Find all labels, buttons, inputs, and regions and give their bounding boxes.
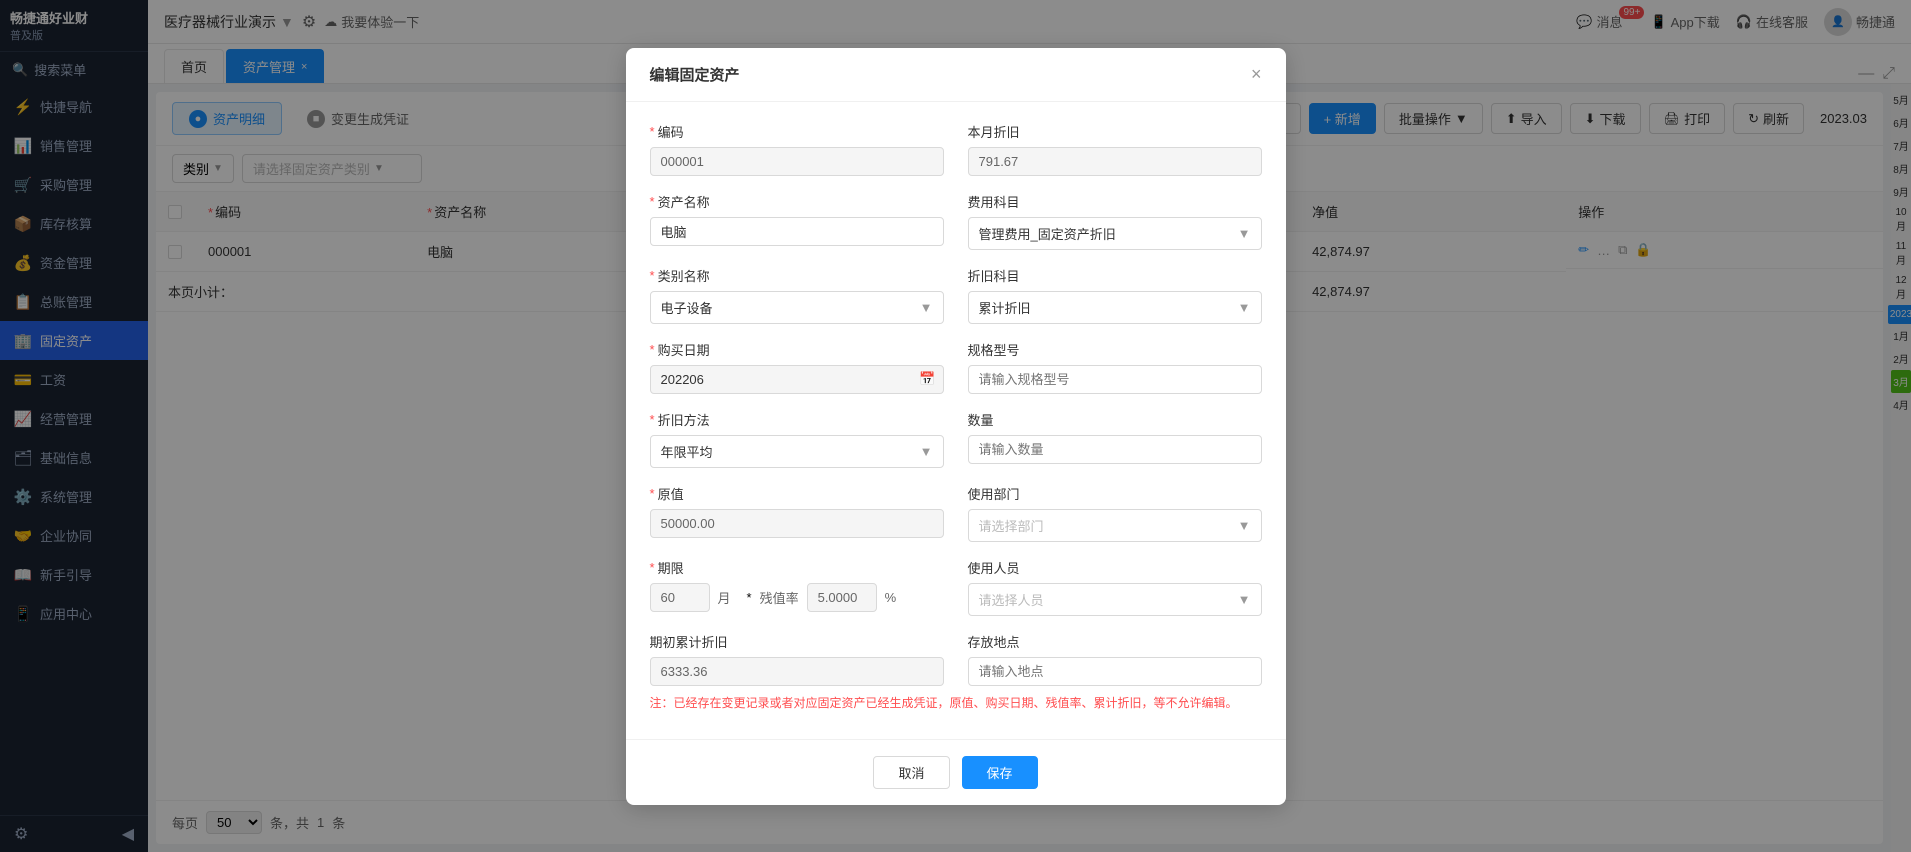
form-item-original-value: * 原值 bbox=[650, 484, 944, 542]
purchase-date-wrapper: 📅 bbox=[650, 365, 944, 394]
current-month-depr-label: 本月折旧 bbox=[968, 122, 1262, 141]
depr-method-select[interactable]: 年限平均 ▼ bbox=[650, 435, 944, 468]
modal-overlay: 编辑固定资产 × * 编码 本月折旧 bbox=[0, 0, 1911, 852]
code-input[interactable] bbox=[650, 147, 944, 176]
residual-rate-label: 残值率 bbox=[760, 588, 799, 607]
dept-label: 使用部门 bbox=[968, 484, 1262, 503]
form-item-spec: 规格型号 bbox=[968, 340, 1262, 394]
save-btn[interactable]: 保存 bbox=[962, 756, 1038, 789]
purchase-date-label: * 购买日期 bbox=[650, 340, 944, 359]
current-month-depr-input[interactable] bbox=[968, 147, 1262, 176]
modal-title: 编辑固定资产 bbox=[650, 64, 740, 85]
depr-method-label: * 折旧方法 bbox=[650, 410, 944, 429]
quantity-input[interactable] bbox=[968, 435, 1262, 464]
spec-input[interactable] bbox=[968, 365, 1262, 394]
modal-close-btn[interactable]: × bbox=[1251, 64, 1262, 85]
user-label: 使用人员 bbox=[968, 558, 1262, 577]
modal-body: * 编码 本月折旧 * 资产名称 bbox=[626, 102, 1286, 739]
form-item-expense-subject: 费用科目 管理费用_固定资产折旧 ▼ bbox=[968, 192, 1262, 250]
code-label: * 编码 bbox=[650, 122, 944, 141]
form-item-depr-method: * 折旧方法 年限平均 ▼ bbox=[650, 410, 944, 468]
category-arrow-icon: ▼ bbox=[920, 300, 933, 315]
form-item-quantity: 数量 bbox=[968, 410, 1262, 468]
form-item-asset-name: * 资产名称 bbox=[650, 192, 944, 250]
period-unit: 月 bbox=[718, 588, 731, 607]
initial-depr-input[interactable] bbox=[650, 657, 944, 686]
form-item-purchase-date: * 购买日期 📅 bbox=[650, 340, 944, 394]
asset-name-label: * 资产名称 bbox=[650, 192, 944, 211]
residual-rate-unit: % bbox=[885, 590, 897, 605]
purchase-date-input[interactable] bbox=[650, 365, 944, 394]
period-row: 月 * 残值率 % bbox=[650, 583, 944, 612]
form-grid: * 编码 本月折旧 * 资产名称 bbox=[650, 122, 1262, 686]
edit-asset-modal: 编辑固定资产 × * 编码 本月折旧 bbox=[626, 48, 1286, 805]
depr-subject-select[interactable]: 累计折旧 ▼ bbox=[968, 291, 1262, 324]
spec-label: 规格型号 bbox=[968, 340, 1262, 359]
depr-subject-label: 折旧科目 bbox=[968, 266, 1262, 285]
location-label: 存放地点 bbox=[968, 632, 1262, 651]
modal-header: 编辑固定资产 × bbox=[626, 48, 1286, 102]
form-item-code: * 编码 bbox=[650, 122, 944, 176]
dept-select[interactable]: 请选择部门 ▼ bbox=[968, 509, 1262, 542]
expense-subject-select[interactable]: 管理费用_固定资产折旧 ▼ bbox=[968, 217, 1262, 250]
period-label: * 期限 bbox=[650, 558, 944, 577]
original-value-input[interactable] bbox=[650, 509, 944, 538]
depr-subject-arrow-icon: ▼ bbox=[1238, 300, 1251, 315]
period-input[interactable] bbox=[650, 583, 710, 612]
category-select[interactable]: 电子设备 ▼ bbox=[650, 291, 944, 324]
form-item-initial-depr: 期初累计折旧 bbox=[650, 632, 944, 686]
initial-depr-label: 期初累计折旧 bbox=[650, 632, 944, 651]
dept-arrow-icon: ▼ bbox=[1238, 518, 1251, 533]
form-item-location: 存放地点 bbox=[968, 632, 1262, 686]
form-item-category: * 类别名称 电子设备 ▼ bbox=[650, 266, 944, 324]
location-input[interactable] bbox=[968, 657, 1262, 686]
expense-subject-label: 费用科目 bbox=[968, 192, 1262, 211]
original-value-label: * 原值 bbox=[650, 484, 944, 503]
form-item-depr-subject: 折旧科目 累计折旧 ▼ bbox=[968, 266, 1262, 324]
form-item-user: 使用人员 请选择人员 ▼ bbox=[968, 558, 1262, 616]
asset-name-input[interactable] bbox=[650, 217, 944, 246]
modal-footer: 取消 保存 bbox=[626, 739, 1286, 805]
user-select[interactable]: 请选择人员 ▼ bbox=[968, 583, 1262, 616]
residual-rate-input[interactable] bbox=[807, 583, 877, 612]
form-note: 注：已经存在变更记录或者对应固定资产已经生成凭证，原值、购买日期、残值率、累计折… bbox=[650, 686, 1262, 719]
form-item-period: * 期限 月 * 残值率 % bbox=[650, 558, 944, 616]
depr-method-arrow-icon: ▼ bbox=[920, 444, 933, 459]
form-item-dept: 使用部门 请选择部门 ▼ bbox=[968, 484, 1262, 542]
category-label: * 类别名称 bbox=[650, 266, 944, 285]
calendar-icon: 📅 bbox=[919, 371, 935, 387]
quantity-label: 数量 bbox=[968, 410, 1262, 429]
expense-subject-arrow-icon: ▼ bbox=[1238, 226, 1251, 241]
cancel-btn[interactable]: 取消 bbox=[873, 756, 949, 789]
user-arrow-icon: ▼ bbox=[1238, 592, 1251, 607]
form-item-current-month-depr: 本月折旧 bbox=[968, 122, 1262, 176]
